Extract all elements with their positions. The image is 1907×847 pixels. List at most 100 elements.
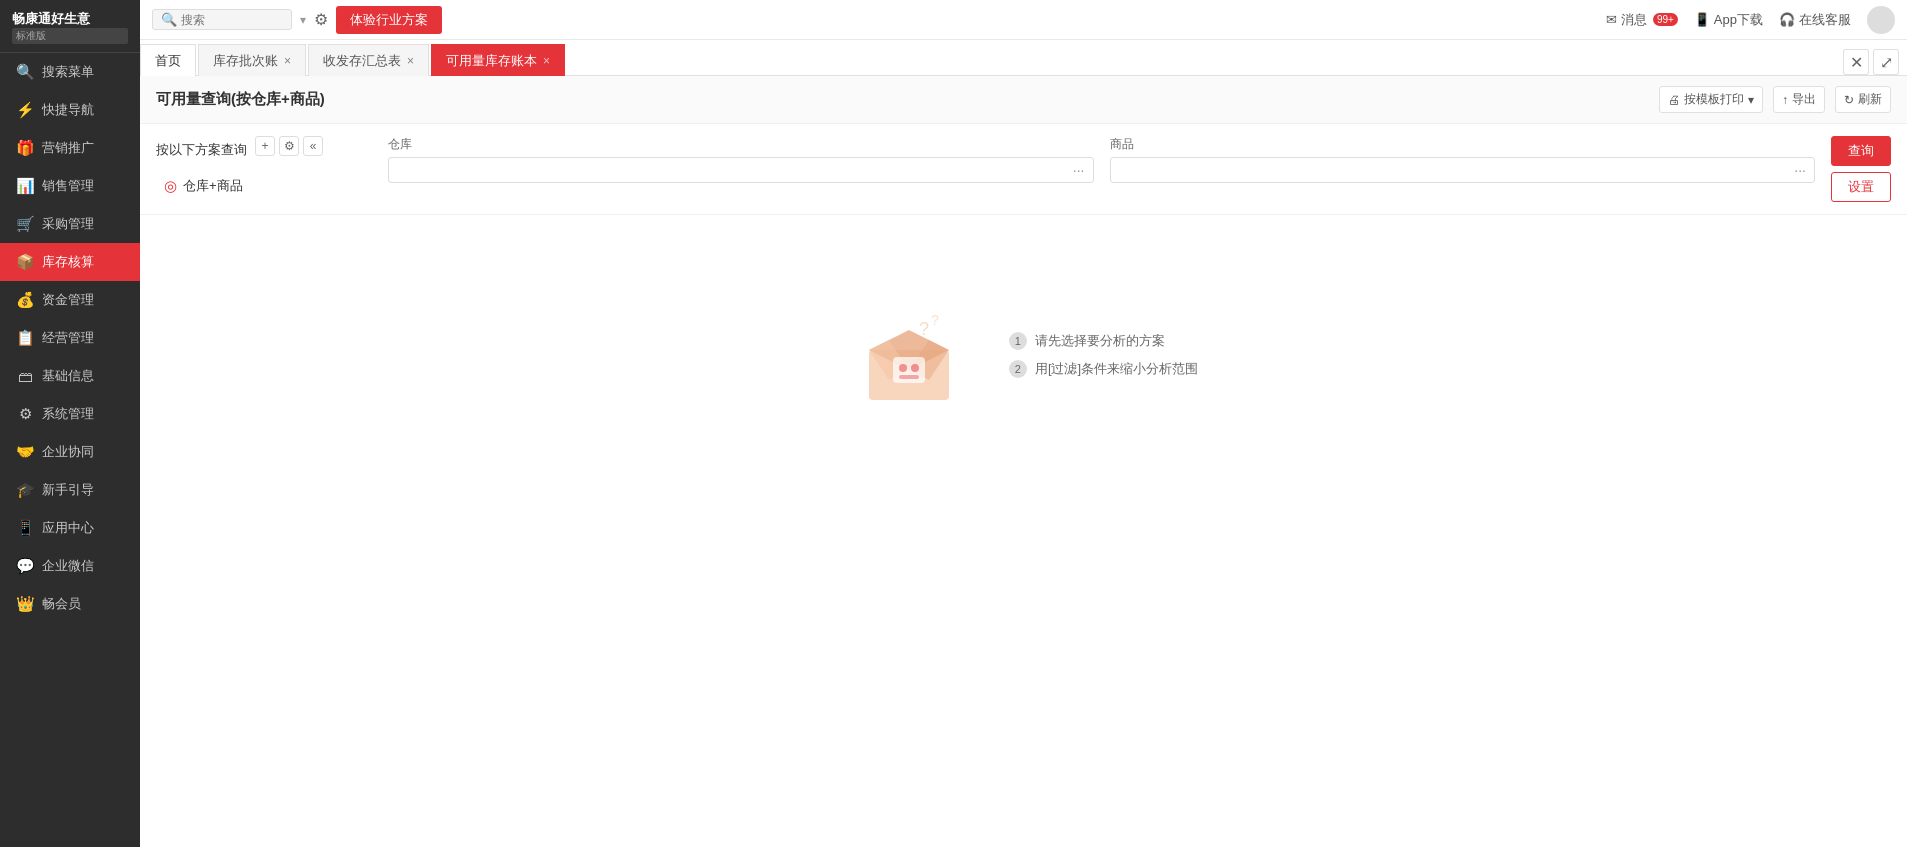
- goods-input-wrapper[interactable]: ···: [1110, 157, 1816, 183]
- sidebar-item-member[interactable]: 👑 畅会员: [0, 585, 140, 623]
- refresh-icon: ↻: [1844, 93, 1854, 107]
- top-bar: 🔍 ▾ ⚙ 体验行业方案 ✉ 消息 99+ 📱 App下载 🎧 在线客服: [140, 0, 1907, 40]
- query-left: 按以下方案查询 + ⚙ « ◎ 仓库+商品: [156, 136, 376, 202]
- tab-available-ledger-label: 可用量库存账本: [446, 52, 537, 70]
- sidebar-label-newbie: 新手引导: [42, 481, 94, 499]
- search-box[interactable]: 🔍: [152, 9, 292, 30]
- svg-rect-7: [899, 375, 919, 379]
- warehouse-input[interactable]: [397, 163, 1073, 178]
- app-download-label: App下载: [1714, 11, 1763, 29]
- sidebar-item-newbie[interactable]: 🎓 新手引导: [0, 471, 140, 509]
- page-inner: 可用量查询(按仓库+商品) 🖨 按模板打印 ▾ ↑ 导出 ↻ 刷新: [140, 76, 1907, 847]
- tab-batch-account[interactable]: 库存批次账 ×: [198, 44, 306, 76]
- tab-collect-report-close[interactable]: ×: [407, 54, 414, 68]
- service-icon: 🎧: [1779, 12, 1795, 27]
- print-template-btn[interactable]: 🖨 按模板打印 ▾: [1659, 86, 1763, 113]
- step-circle-2: 2: [1009, 360, 1027, 378]
- avatar[interactable]: [1867, 6, 1895, 34]
- tab-available-ledger-close[interactable]: ×: [543, 54, 550, 68]
- page-header-actions: 🖨 按模板打印 ▾ ↑ 导出 ↻ 刷新: [1659, 86, 1891, 113]
- settings-scheme-btn[interactable]: ⚙: [279, 136, 299, 156]
- sidebar-item-marketing[interactable]: 🎁 营销推广: [0, 129, 140, 167]
- empty-illustration: ? ?: [849, 295, 969, 415]
- tab-batch-account-label: 库存批次账: [213, 52, 278, 70]
- warehouse-ellipsis-icon[interactable]: ···: [1073, 162, 1085, 178]
- tabs-bar: 首页 库存批次账 × 收发存汇总表 × 可用量库存账本 × ✕ ⤢: [140, 40, 1907, 76]
- tab-available-ledger[interactable]: 可用量库存账本 ×: [431, 44, 565, 76]
- message-btn[interactable]: ✉ 消息 99+: [1606, 11, 1678, 29]
- collapse-scheme-btn[interactable]: «: [303, 136, 323, 156]
- message-label: 消息: [1621, 11, 1647, 29]
- settings-btn[interactable]: 设置: [1831, 172, 1891, 202]
- sidebar-label-sales: 销售管理: [42, 177, 94, 195]
- scheme-item-warehouse-goods[interactable]: ◎ 仓库+商品: [156, 172, 376, 200]
- query-left-header: 按以下方案查询 + ⚙ «: [156, 136, 376, 164]
- tab-maximize-btn[interactable]: ⤢: [1873, 49, 1899, 75]
- tabs-right-btns: ✕ ⤢: [1843, 49, 1907, 75]
- sidebar: 畅康通好生意 标准版 🔍 搜索菜单 ⚡ 快捷导航 🎁 营销推广 📊 销售管理 🛒…: [0, 0, 140, 847]
- add-scheme-btn[interactable]: +: [255, 136, 275, 156]
- online-service-label: 在线客服: [1799, 11, 1851, 29]
- sidebar-item-wechat[interactable]: 💬 企业微信: [0, 547, 140, 585]
- query-right: 仓库 ··· 商品 ··· 查询: [388, 136, 1891, 202]
- query-btn[interactable]: 查询: [1831, 136, 1891, 166]
- query-area: 按以下方案查询 + ⚙ « ◎ 仓库+商品 仓库: [140, 124, 1907, 215]
- query-left-actions: + ⚙ «: [255, 136, 323, 156]
- sidebar-item-inventory[interactable]: 📦 库存核算: [0, 243, 140, 281]
- sidebar-icon-search: 🔍: [16, 63, 34, 81]
- sidebar-item-basics[interactable]: 🗃 基础信息: [0, 357, 140, 395]
- warehouse-input-wrapper[interactable]: ···: [388, 157, 1094, 183]
- sidebar-item-sales[interactable]: 📊 销售管理: [0, 167, 140, 205]
- sidebar-icon-quick-nav: ⚡: [16, 101, 34, 119]
- sidebar-item-operation[interactable]: 📋 经营管理: [0, 319, 140, 357]
- scheme-label: 仓库+商品: [183, 177, 243, 195]
- query-scheme-label: 按以下方案查询: [156, 141, 247, 159]
- sidebar-label-search: 搜索菜单: [42, 63, 94, 81]
- svg-rect-4: [893, 357, 925, 383]
- goods-input[interactable]: [1119, 163, 1795, 178]
- sidebar-item-search[interactable]: 🔍 搜索菜单: [0, 53, 140, 91]
- goods-label: 商品: [1110, 136, 1816, 153]
- print-icon: 🖨: [1668, 93, 1680, 107]
- sidebar-icon-finance: 💰: [16, 291, 34, 309]
- sidebar-item-app-center[interactable]: 📱 应用中心: [0, 509, 140, 547]
- sidebar-item-quick-nav[interactable]: ⚡ 快捷导航: [0, 91, 140, 129]
- sidebar-icon-wechat: 💬: [16, 557, 34, 575]
- message-badge: 99+: [1653, 13, 1678, 26]
- tab-close-all-btn[interactable]: ✕: [1843, 49, 1869, 75]
- sidebar-item-finance[interactable]: 💰 资金管理: [0, 281, 140, 319]
- sidebar-icon-member: 👑: [16, 595, 34, 613]
- sidebar-item-enterprise[interactable]: 🤝 企业协同: [0, 433, 140, 471]
- tab-batch-account-close[interactable]: ×: [284, 54, 291, 68]
- sidebar-label-marketing: 营销推广: [42, 139, 94, 157]
- goods-field-group: 商品 ···: [1110, 136, 1816, 183]
- refresh-btn[interactable]: ↻ 刷新: [1835, 86, 1891, 113]
- app-name: 畅康通好生意: [12, 10, 128, 28]
- sidebar-label-operation: 经营管理: [42, 329, 94, 347]
- search-input[interactable]: [181, 13, 271, 27]
- sidebar-item-system[interactable]: ⚙ 系统管理: [0, 395, 140, 433]
- sidebar-icon-operation: 📋: [16, 329, 34, 347]
- tab-collect-report[interactable]: 收发存汇总表 ×: [308, 44, 429, 76]
- svg-text:?: ?: [931, 312, 939, 328]
- tab-home-label: 首页: [155, 52, 181, 70]
- sidebar-item-purchase[interactable]: 🛒 采购管理: [0, 205, 140, 243]
- tab-collect-report-label: 收发存汇总表: [323, 52, 401, 70]
- sidebar-icon-marketing: 🎁: [16, 139, 34, 157]
- industry-btn[interactable]: 体验行业方案: [336, 6, 442, 34]
- search-icon: 🔍: [161, 12, 177, 27]
- gear-icon[interactable]: ⚙: [314, 10, 328, 29]
- app-download-btn[interactable]: 📱 App下载: [1694, 11, 1763, 29]
- sidebar-icon-inventory: 📦: [16, 253, 34, 271]
- sidebar-label-purchase: 采购管理: [42, 215, 94, 233]
- sidebar-label-enterprise: 企业协同: [42, 443, 94, 461]
- online-service-btn[interactable]: 🎧 在线客服: [1779, 11, 1851, 29]
- tab-home[interactable]: 首页: [140, 44, 196, 76]
- sidebar-icon-basics: 🗃: [16, 368, 34, 385]
- goods-ellipsis-icon[interactable]: ···: [1794, 162, 1806, 178]
- sidebar-icon-sales: 📊: [16, 177, 34, 195]
- warehouse-label: 仓库: [388, 136, 1094, 153]
- export-btn[interactable]: ↑ 导出: [1773, 86, 1825, 113]
- chevron-down-icon[interactable]: ▾: [300, 13, 306, 27]
- main-area: 🔍 ▾ ⚙ 体验行业方案 ✉ 消息 99+ 📱 App下载 🎧 在线客服: [140, 0, 1907, 847]
